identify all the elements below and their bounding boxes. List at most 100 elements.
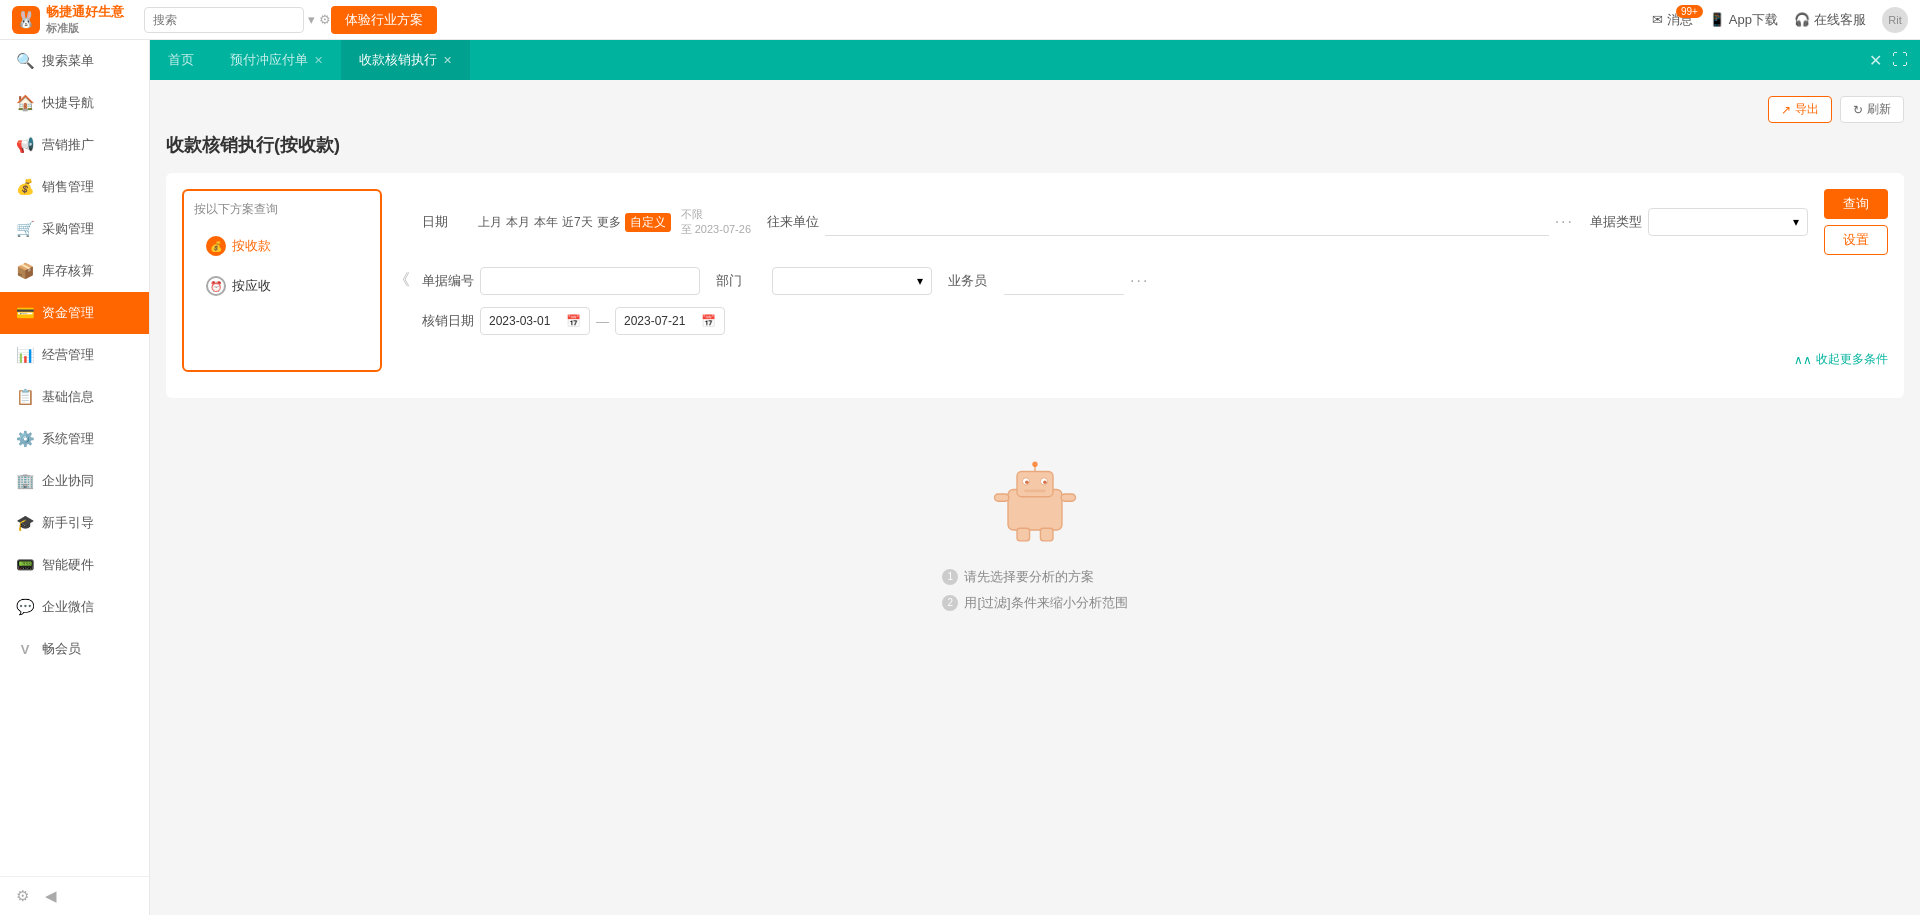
content-area: 首页 预付冲应付单 ✕ 收款核销执行 ✕ ✕ ⛶ ↗ 导出	[150, 40, 1920, 915]
doc-type-select[interactable]: ▾	[1648, 208, 1808, 236]
message-btn[interactable]: ✉ 消息 99+	[1652, 11, 1693, 29]
filter-row-3: 核销日期 2023-03-01 📅 — 2023-07-21 📅	[422, 307, 1888, 335]
filter-row-2: 单据编号 部门 ▾	[422, 267, 1888, 295]
collapse-filter-btn[interactable]: 《	[392, 189, 412, 372]
tab-bar-actions: ✕ ⛶	[1857, 40, 1920, 80]
tab-prepay[interactable]: 预付冲应付单 ✕	[212, 40, 341, 80]
filter-row-1: 日期 上月 本月 本年 近7天 更多 自定义	[422, 189, 1888, 255]
sidebar-item-marketing[interactable]: 📢 营销推广	[0, 124, 149, 166]
page-title: 收款核销执行(按收款)	[166, 133, 1904, 157]
sidebar-item-label: 采购管理	[42, 220, 94, 238]
sidebar-item-label: 新手引导	[42, 514, 94, 532]
sidebar-item-system[interactable]: ⚙️ 系统管理	[0, 418, 149, 460]
top-bar-mid: 体验行业方案	[331, 6, 1652, 34]
top-bar-right: ✉ 消息 99+ 📱 App下载 🎧 在线客服 Rit	[1652, 7, 1908, 33]
operation-icon: 📊	[16, 346, 34, 364]
shortcut-custom[interactable]: 自定义	[625, 213, 671, 232]
sidebar-item-label: 搜索菜单	[42, 52, 94, 70]
main-layout: 🔍 搜索菜单 🏠 快捷导航 📢 营销推广 💰 销售管理 🛒 采购管理 📦 库存核…	[0, 40, 1920, 915]
empty-illustration	[990, 458, 1080, 548]
tab-prepay-close[interactable]: ✕	[314, 54, 323, 67]
industry-btn[interactable]: 体验行业方案	[331, 6, 437, 34]
verify-date-end-input[interactable]: 2023-07-21 📅	[615, 307, 725, 335]
search-input[interactable]	[144, 7, 304, 33]
staff-dots[interactable]: ···	[1130, 273, 1149, 289]
sidebar-item-label: 企业协同	[42, 472, 94, 490]
shortcut-last-month[interactable]: 上月	[478, 214, 502, 231]
svg-rect-12	[1040, 528, 1053, 541]
refresh-icon: ↻	[1853, 103, 1863, 117]
tab-receipt-verify-close[interactable]: ✕	[443, 54, 452, 67]
shortcut-more[interactable]: 更多	[597, 214, 621, 231]
export-btn[interactable]: ↗ 导出	[1768, 96, 1832, 123]
tab-close-all-icon[interactable]: ✕	[1869, 51, 1882, 70]
guide-icon: 🎓	[16, 514, 34, 532]
filter-option-by-receipt[interactable]: 💰 按收款	[194, 228, 370, 264]
settings-btn[interactable]: 设置	[1824, 225, 1888, 255]
online-service-btn[interactable]: 🎧 在线客服	[1794, 11, 1866, 29]
date-field: 日期 上月 本月 本年 近7天 更多 自定义	[422, 207, 751, 238]
sidebar-item-label: 基础信息	[42, 388, 94, 406]
shortcut-this-year[interactable]: 本年	[534, 214, 558, 231]
sidebar-item-purchase[interactable]: 🛒 采购管理	[0, 208, 149, 250]
tip-item-1: 1 请先选择要分析的方案	[942, 564, 1127, 590]
inventory-icon: 📦	[16, 262, 34, 280]
doc-no-field: 单据编号	[422, 267, 700, 295]
sidebar-item-label: 销售管理	[42, 178, 94, 196]
finance-icon: 💳	[16, 304, 34, 322]
search-area: ▾ ⚙	[144, 7, 331, 33]
app-title: 畅捷通好生意	[46, 3, 124, 21]
doc-no-input[interactable]	[480, 267, 700, 295]
sidebar-collapse-icon[interactable]: ◀	[45, 887, 57, 905]
dept-select[interactable]: ▾	[772, 267, 932, 295]
staff-label: 业务员	[948, 272, 998, 290]
sidebar-item-member[interactable]: V 畅会员	[0, 628, 149, 670]
counterpart-input[interactable]	[825, 208, 1549, 236]
user-area[interactable]: Rit	[1882, 7, 1908, 33]
refresh-btn[interactable]: ↻ 刷新	[1840, 96, 1904, 123]
staff-field: 业务员 ···	[948, 267, 1149, 295]
export-icon: ↗	[1781, 103, 1791, 117]
empty-state: 1 请先选择要分析的方案 2 用[过滤]条件来缩小分析范围	[166, 398, 1904, 676]
sidebar-item-sales[interactable]: 💰 销售管理	[0, 166, 149, 208]
dept-label: 部门	[716, 272, 766, 290]
sidebar-item-hardware[interactable]: 📟 智能硬件	[0, 544, 149, 586]
logo-icon: 🐰	[12, 6, 40, 34]
svg-point-7	[1032, 462, 1037, 467]
shortcut-this-month[interactable]: 本月	[506, 214, 530, 231]
shortcut-7days[interactable]: 近7天	[562, 214, 593, 231]
date-no-limit: 不限 至 2023-07-26	[681, 207, 751, 238]
svg-rect-11	[1017, 528, 1030, 541]
tab-home[interactable]: 首页	[150, 40, 212, 80]
staff-input[interactable]	[1004, 267, 1124, 295]
sidebar-item-search-menu[interactable]: 🔍 搜索菜单	[0, 40, 149, 82]
sidebar-item-basic[interactable]: 📋 基础信息	[0, 376, 149, 418]
counterpart-dots[interactable]: ···	[1555, 214, 1574, 230]
sidebar-item-guide[interactable]: 🎓 新手引导	[0, 502, 149, 544]
app-download-btn[interactable]: 📱 App下载	[1709, 11, 1778, 29]
sidebar-item-inventory[interactable]: 📦 库存核算	[0, 250, 149, 292]
tab-expand-icon[interactable]: ⛶	[1892, 51, 1908, 69]
svg-rect-9	[995, 494, 1009, 501]
sidebar-item-quick-nav[interactable]: 🏠 快捷导航	[0, 82, 149, 124]
tab-receipt-verify[interactable]: 收款核销执行 ✕	[341, 40, 470, 80]
sidebar-item-label: 经营管理	[42, 346, 94, 364]
sidebar-item-label: 库存核算	[42, 262, 94, 280]
filter-rows: 日期 上月 本月 本年 近7天 更多 自定义	[422, 189, 1888, 372]
settings-icon[interactable]: ⚙	[319, 12, 331, 27]
sidebar-item-operation[interactable]: 📊 经营管理	[0, 334, 149, 376]
collapse-more-icon: ∧∧	[1794, 353, 1812, 367]
dropdown-icon[interactable]: ▾	[308, 12, 315, 27]
sidebar-item-finance[interactable]: 💳 资金管理	[0, 292, 149, 334]
phone-icon: 📱	[1709, 12, 1725, 27]
collapse-more-btn[interactable]: ∧∧ 收起更多条件	[422, 347, 1888, 372]
sidebar-bottom: ⚙ ◀	[0, 876, 149, 915]
sidebar-item-cooperation[interactable]: 🏢 企业协同	[0, 460, 149, 502]
sidebar-item-wechat[interactable]: 💬 企业微信	[0, 586, 149, 628]
sidebar-settings-icon[interactable]: ⚙	[16, 887, 29, 905]
query-btn[interactable]: 查询	[1824, 189, 1888, 219]
tip-num-1: 1	[942, 569, 958, 585]
sidebar-item-label: 系统管理	[42, 430, 94, 448]
filter-option-by-receivable[interactable]: ⏰ 按应收	[194, 268, 370, 304]
verify-date-start-input[interactable]: 2023-03-01 📅	[480, 307, 590, 335]
